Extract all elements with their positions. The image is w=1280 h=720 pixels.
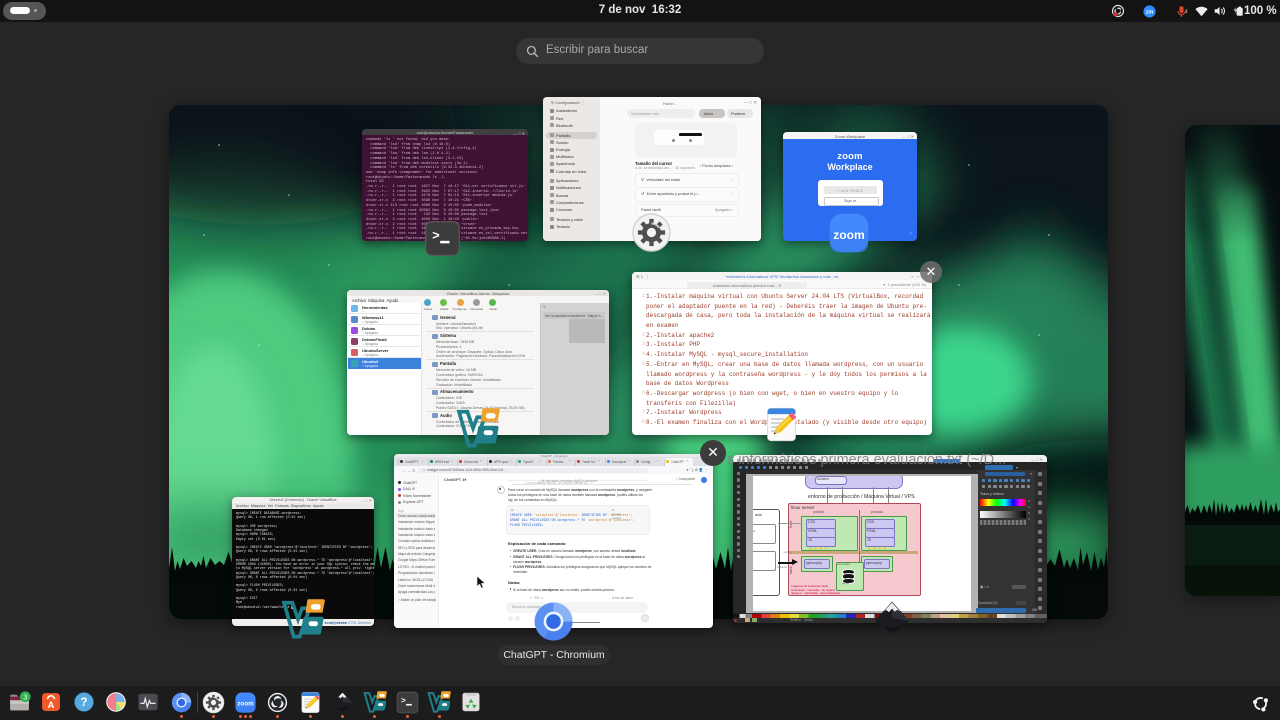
svg-text:zoom: zoom: [237, 700, 254, 707]
svg-text:3: 3: [23, 693, 27, 701]
svg-text:?: ?: [80, 696, 87, 709]
svg-text:A: A: [48, 700, 55, 710]
svg-text:>: >: [401, 697, 406, 706]
svg-text:>: >: [432, 229, 440, 244]
svg-text:zm: zm: [1145, 9, 1153, 15]
svg-text:zoom: zoom: [833, 228, 865, 242]
